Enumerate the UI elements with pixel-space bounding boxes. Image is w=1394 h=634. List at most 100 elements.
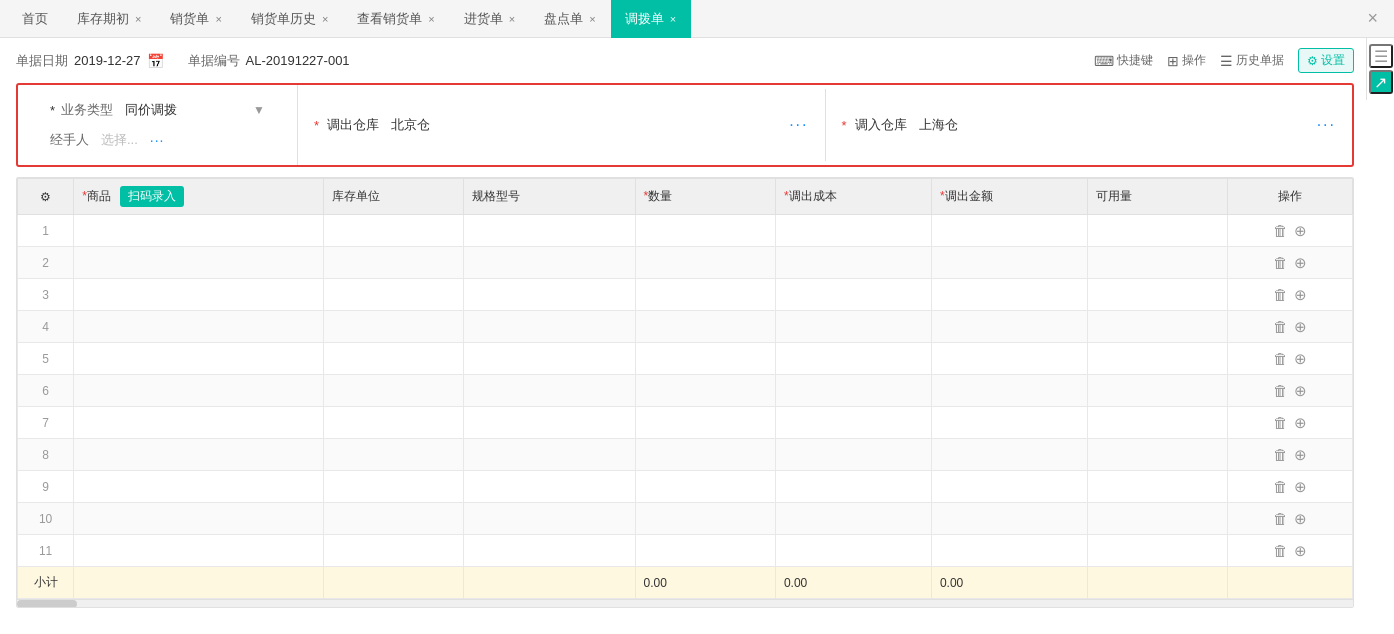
cell-product[interactable] [74, 407, 324, 439]
tab-sales-order[interactable]: 销货单 × [156, 0, 236, 38]
shortcut-link[interactable]: ⌨ 快捷键 [1094, 52, 1153, 69]
cell-unit[interactable] [323, 471, 463, 503]
cell-available[interactable] [1087, 407, 1227, 439]
cell-product[interactable] [74, 471, 324, 503]
cell-cost[interactable] [775, 279, 931, 311]
copy-row-button[interactable]: ⊕ [1294, 510, 1307, 528]
transfer-in-more-button[interactable]: ··· [1317, 116, 1336, 134]
cell-product[interactable] [74, 343, 324, 375]
cell-product[interactable] [74, 503, 324, 535]
cell-amount[interactable] [931, 439, 1087, 471]
tab-sales-history[interactable]: 销货单历史 × [237, 0, 343, 38]
cell-qty[interactable] [635, 247, 775, 279]
close-tab-sales-order[interactable]: × [215, 13, 221, 25]
copy-row-button[interactable]: ⊕ [1294, 222, 1307, 240]
cell-cost[interactable] [775, 503, 931, 535]
cell-unit[interactable] [323, 503, 463, 535]
cell-spec[interactable] [464, 471, 636, 503]
cell-qty[interactable] [635, 343, 775, 375]
cell-product[interactable] [74, 439, 324, 471]
copy-row-button[interactable]: ⊕ [1294, 382, 1307, 400]
cell-amount[interactable] [931, 375, 1087, 407]
cell-spec[interactable] [464, 311, 636, 343]
cell-spec[interactable] [464, 279, 636, 311]
cell-cost[interactable] [775, 215, 931, 247]
delete-row-button[interactable]: 🗑 [1273, 350, 1288, 367]
cell-available[interactable] [1087, 375, 1227, 407]
cell-unit[interactable] [323, 535, 463, 567]
close-tab-purchase[interactable]: × [509, 13, 515, 25]
delete-row-button[interactable]: 🗑 [1273, 446, 1288, 463]
cell-amount[interactable] [931, 535, 1087, 567]
cell-qty[interactable] [635, 375, 775, 407]
cell-qty[interactable] [635, 471, 775, 503]
cell-qty[interactable] [635, 311, 775, 343]
cell-amount[interactable] [931, 503, 1087, 535]
cell-unit[interactable] [323, 375, 463, 407]
copy-row-button[interactable]: ⊕ [1294, 446, 1307, 464]
cell-spec[interactable] [464, 535, 636, 567]
cell-cost[interactable] [775, 311, 931, 343]
horizontal-scrollbar[interactable] [17, 599, 1353, 607]
cell-cost[interactable] [775, 343, 931, 375]
cell-spec[interactable] [464, 247, 636, 279]
handler-more-button[interactable]: ··· [150, 132, 165, 148]
cell-amount[interactable] [931, 471, 1087, 503]
cell-unit[interactable] [323, 311, 463, 343]
delete-row-button[interactable]: 🗑 [1273, 254, 1288, 271]
cell-product[interactable] [74, 535, 324, 567]
calendar-icon[interactable]: 📅 [147, 53, 164, 69]
cell-amount[interactable] [931, 311, 1087, 343]
cell-qty[interactable] [635, 279, 775, 311]
copy-row-button[interactable]: ⊕ [1294, 350, 1307, 368]
cell-unit[interactable] [323, 215, 463, 247]
cell-available[interactable] [1087, 247, 1227, 279]
copy-row-button[interactable]: ⊕ [1294, 318, 1307, 336]
cell-product[interactable] [74, 375, 324, 407]
cell-available[interactable] [1087, 439, 1227, 471]
delete-row-button[interactable]: 🗑 [1273, 222, 1288, 239]
scrollbar-thumb[interactable] [17, 600, 77, 608]
cell-available[interactable] [1087, 503, 1227, 535]
sidebar-note-button[interactable]: ☰ [1369, 44, 1393, 68]
cell-product[interactable] [74, 279, 324, 311]
close-tab-view-sales[interactable]: × [428, 13, 434, 25]
copy-row-button[interactable]: ⊕ [1294, 542, 1307, 560]
cell-spec[interactable] [464, 343, 636, 375]
settings-button[interactable]: ⚙ 设置 [1298, 48, 1354, 73]
cell-available[interactable] [1087, 311, 1227, 343]
cell-product[interactable] [74, 247, 324, 279]
cell-qty[interactable] [635, 215, 775, 247]
tab-stocktake[interactable]: 盘点单 × [530, 0, 610, 38]
cell-unit[interactable] [323, 343, 463, 375]
cell-product[interactable] [74, 215, 324, 247]
scan-input-button[interactable]: 扫码录入 [120, 186, 184, 207]
tab-transfer[interactable]: 调拨单 × [611, 0, 691, 38]
delete-row-button[interactable]: 🗑 [1273, 286, 1288, 303]
copy-row-button[interactable]: ⊕ [1294, 414, 1307, 432]
cell-qty[interactable] [635, 535, 775, 567]
close-tab-stocktake[interactable]: × [589, 13, 595, 25]
ops-link[interactable]: ⊞ 操作 [1167, 52, 1206, 69]
cell-qty[interactable] [635, 439, 775, 471]
cell-amount[interactable] [931, 407, 1087, 439]
cell-amount[interactable] [931, 279, 1087, 311]
copy-row-button[interactable]: ⊕ [1294, 478, 1307, 496]
dropdown-arrow-icon[interactable]: ▼ [253, 103, 265, 117]
close-tab-inventory-init[interactable]: × [135, 13, 141, 25]
sidebar-expand-button[interactable]: ↗ [1369, 70, 1393, 94]
cell-amount[interactable] [931, 247, 1087, 279]
cell-product[interactable] [74, 311, 324, 343]
delete-row-button[interactable]: 🗑 [1273, 542, 1288, 559]
tab-view-sales[interactable]: 查看销货单 × [343, 0, 449, 38]
cell-amount[interactable] [931, 343, 1087, 375]
cell-available[interactable] [1087, 343, 1227, 375]
handler-input[interactable]: 选择... [101, 131, 138, 149]
business-type-select[interactable]: 同价调拨 ▼ [119, 101, 265, 119]
delete-row-button[interactable]: 🗑 [1273, 510, 1288, 527]
cell-cost[interactable] [775, 535, 931, 567]
cell-available[interactable] [1087, 471, 1227, 503]
cell-cost[interactable] [775, 375, 931, 407]
close-tab-transfer[interactable]: × [670, 13, 676, 25]
cell-unit[interactable] [323, 407, 463, 439]
